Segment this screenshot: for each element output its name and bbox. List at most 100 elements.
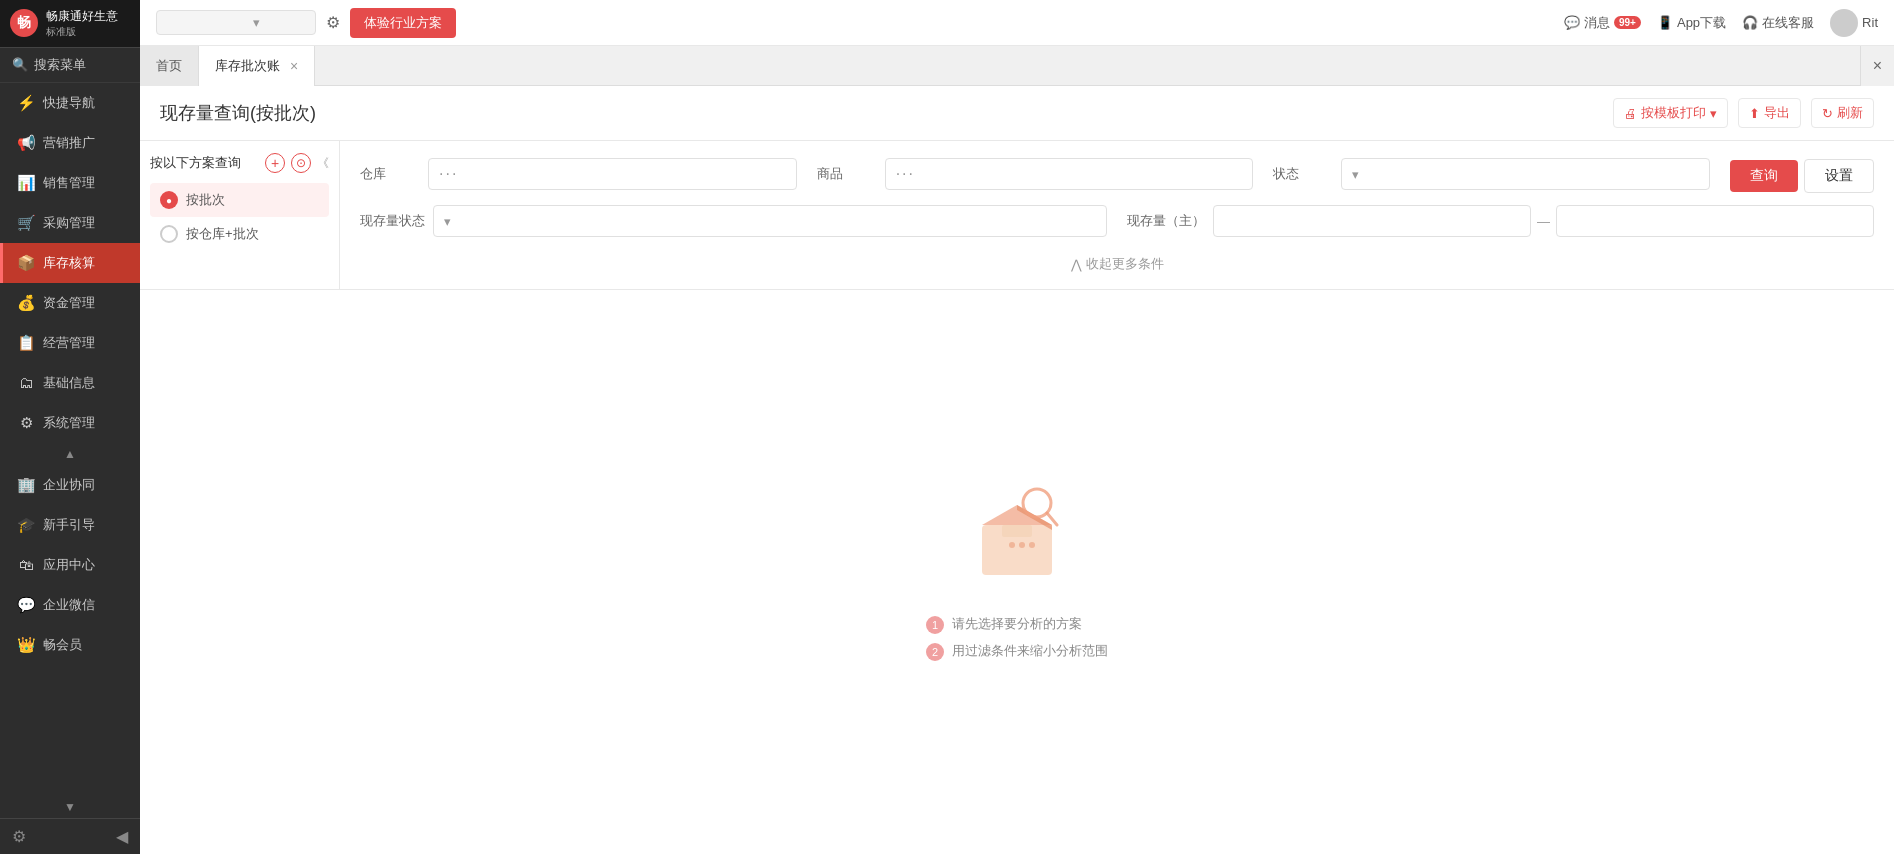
scheme-gear-button[interactable]: ⊙ [291,153,311,173]
sidebar-item-quick-nav[interactable]: ⚡ 快捷导航 [0,83,140,123]
system-icon: ⚙ [17,414,35,432]
page-actions: 🖨 按模板打印 ▾ ⬆ 导出 ↻ 刷新 [1613,98,1874,128]
sidebar-item-sales[interactable]: 📊 销售管理 [0,163,140,203]
topbar-gear-icon[interactable]: ⚙ [326,13,340,32]
refresh-icon: ↻ [1822,106,1833,121]
sidebar-item-label: 销售管理 [43,174,95,192]
status-label: 状态 [1273,165,1333,183]
inventory-amount-range: — [1213,205,1874,237]
scheme-add-button[interactable]: + [265,153,285,173]
refresh-label: 刷新 [1837,104,1863,122]
filter-actions: 查询 设置 [1730,159,1874,193]
refresh-button[interactable]: ↻ 刷新 [1811,98,1874,128]
topbar-search-input[interactable] [167,16,247,30]
sidebar-scroll-down[interactable]: ▲ [0,443,140,465]
sidebar-item-system[interactable]: ⚙ 系统管理 [0,403,140,443]
sidebar-item-inventory[interactable]: 📦 库存核算 [0,243,140,283]
sidebar-item-label: 企业微信 [43,596,95,614]
print-label: 按模板打印 [1641,104,1706,122]
messages-icon: 💬 [1564,15,1580,30]
page-close-button[interactable]: × [1860,46,1894,86]
sidebar-item-label: 系统管理 [43,414,95,432]
sidebar-item-label: 快捷导航 [43,94,95,112]
topbar-right: 💬 消息 99+ 📱 App下载 🎧 在线客服 Rit [1564,9,1878,37]
app-download-button[interactable]: 📱 App下载 [1657,14,1726,32]
inventory-status-select[interactable]: ▾ [433,205,1107,237]
svg-rect-3 [1002,525,1032,537]
service-icon: 🎧 [1742,15,1758,30]
scroll-down-icon: ▲ [64,447,76,461]
collapse-icon[interactable]: ◀ [116,827,128,846]
online-service-button[interactable]: 🎧 在线客服 [1742,14,1814,32]
tab-close-icon[interactable]: × [290,58,298,74]
username-label: Rit [1862,15,1878,30]
sidebar-header: 畅 畅康通好生意 标准版 [0,0,140,48]
finance-icon: 💰 [17,294,35,312]
appstore-icon: 🛍 [17,556,35,574]
main-area: ▾ ⚙ 体验行业方案 💬 消息 99+ 📱 App下载 🎧 在线客服 Rit [140,0,1894,854]
range-dash: — [1537,214,1550,229]
topbar-search-box[interactable]: ▾ [156,10,316,35]
active-tab-label: 库存批次账 [215,57,280,75]
sidebar-item-label: 企业协同 [43,476,95,494]
online-service-label: 在线客服 [1762,14,1814,32]
warehouse-input[interactable]: ··· [428,158,797,190]
empty-steps: 1 请先选择要分析的方案 2 用过滤条件来缩小分析范围 [926,615,1108,669]
sales-icon: 📊 [17,174,35,192]
topbar: ▾ ⚙ 体验行业方案 💬 消息 99+ 📱 App下载 🎧 在线客服 Rit [140,0,1894,46]
sidebar-item-purchase[interactable]: 🛒 采购管理 [0,203,140,243]
inventory-amount-to[interactable] [1556,205,1874,237]
sidebar-item-marketing[interactable]: 📢 营销推广 [0,123,140,163]
sidebar-item-wechat[interactable]: 💬 企业微信 [0,585,140,625]
step-2-text: 用过滤条件来缩小分析范围 [952,642,1108,660]
print-button[interactable]: 🖨 按模板打印 ▾ [1613,98,1728,128]
sidebar-item-appstore[interactable]: 🛍 应用中心 [0,545,140,585]
scheme-header: 按以下方案查询 + ⊙ 《 [150,153,329,173]
scroll-up-icon: ▼ [64,800,76,814]
query-button[interactable]: 查询 [1730,160,1798,192]
sidebar-item-operation[interactable]: 📋 经营管理 [0,323,140,363]
export-button[interactable]: ⬆ 导出 [1738,98,1801,128]
sidebar-item-label: 应用中心 [43,556,95,574]
basics-icon: 🗂 [17,374,35,392]
status-select[interactable]: ▾ [1341,158,1710,190]
sidebar-item-label: 畅会员 [43,636,82,654]
search-icon: 🔍 [12,57,28,72]
sidebar-item-enterprise[interactable]: 🏢 企业协同 [0,465,140,505]
messages-button[interactable]: 💬 消息 99+ [1564,14,1641,32]
settings-icon[interactable]: ⚙ [12,827,26,846]
chevron-down-icon[interactable]: ▾ [253,15,260,30]
user-avatar-area[interactable]: Rit [1830,9,1878,37]
collapse-chevron-up-icon: ⋀ [1071,257,1082,272]
sidebar-scroll-up[interactable]: ▼ [0,796,140,818]
print-chevron-icon[interactable]: ▾ [1710,106,1717,121]
sidebar-item-newbie[interactable]: 🎓 新手引导 [0,505,140,545]
empty-illustration [957,475,1077,595]
tab-home[interactable]: 首页 [140,46,199,86]
empty-step-1: 1 请先选择要分析的方案 [926,615,1108,634]
tabbar: 首页 库存批次账 × × [140,46,1894,86]
sidebar-item-label: 采购管理 [43,214,95,232]
svg-point-8 [1029,542,1035,548]
wechat-icon: 💬 [17,596,35,614]
tab-inventory-batch[interactable]: 库存批次账 × [199,46,315,86]
sidebar-item-finance[interactable]: 💰 资金管理 [0,283,140,323]
empty-state: 1 请先选择要分析的方案 2 用过滤条件来缩小分析范围 [140,290,1894,854]
scheme-item-batch[interactable]: ● 按批次 [150,183,329,217]
scheme-item-warehouse-batch[interactable]: 按仓库+批次 [150,217,329,251]
member-icon: 👑 [17,636,35,654]
sidebar-search[interactable]: 🔍 搜索菜单 [0,48,140,83]
inventory-amount-from[interactable] [1213,205,1531,237]
trial-button[interactable]: 体验行业方案 [350,8,456,38]
goods-input[interactable]: ··· [885,158,1254,190]
sidebar-item-basics[interactable]: 🗂 基础信息 [0,363,140,403]
setting-button[interactable]: 设置 [1804,159,1874,193]
operation-icon: 📋 [17,334,35,352]
scheme-header-actions: + ⊙ 《 [265,153,329,173]
collapse-more-button[interactable]: ⋀ 收起更多条件 [360,249,1874,275]
scheme-sidebar: 按以下方案查询 + ⊙ 《 ● 按批次 按仓库+批次 [140,141,340,289]
home-tab-label: 首页 [156,57,182,75]
scheme-collapse-icon[interactable]: 《 [317,155,329,172]
sidebar-nav: ⚡ 快捷导航 📢 营销推广 📊 销售管理 🛒 采购管理 📦 库存核算 💰 资金管… [0,83,140,796]
sidebar-item-member[interactable]: 👑 畅会员 [0,625,140,665]
